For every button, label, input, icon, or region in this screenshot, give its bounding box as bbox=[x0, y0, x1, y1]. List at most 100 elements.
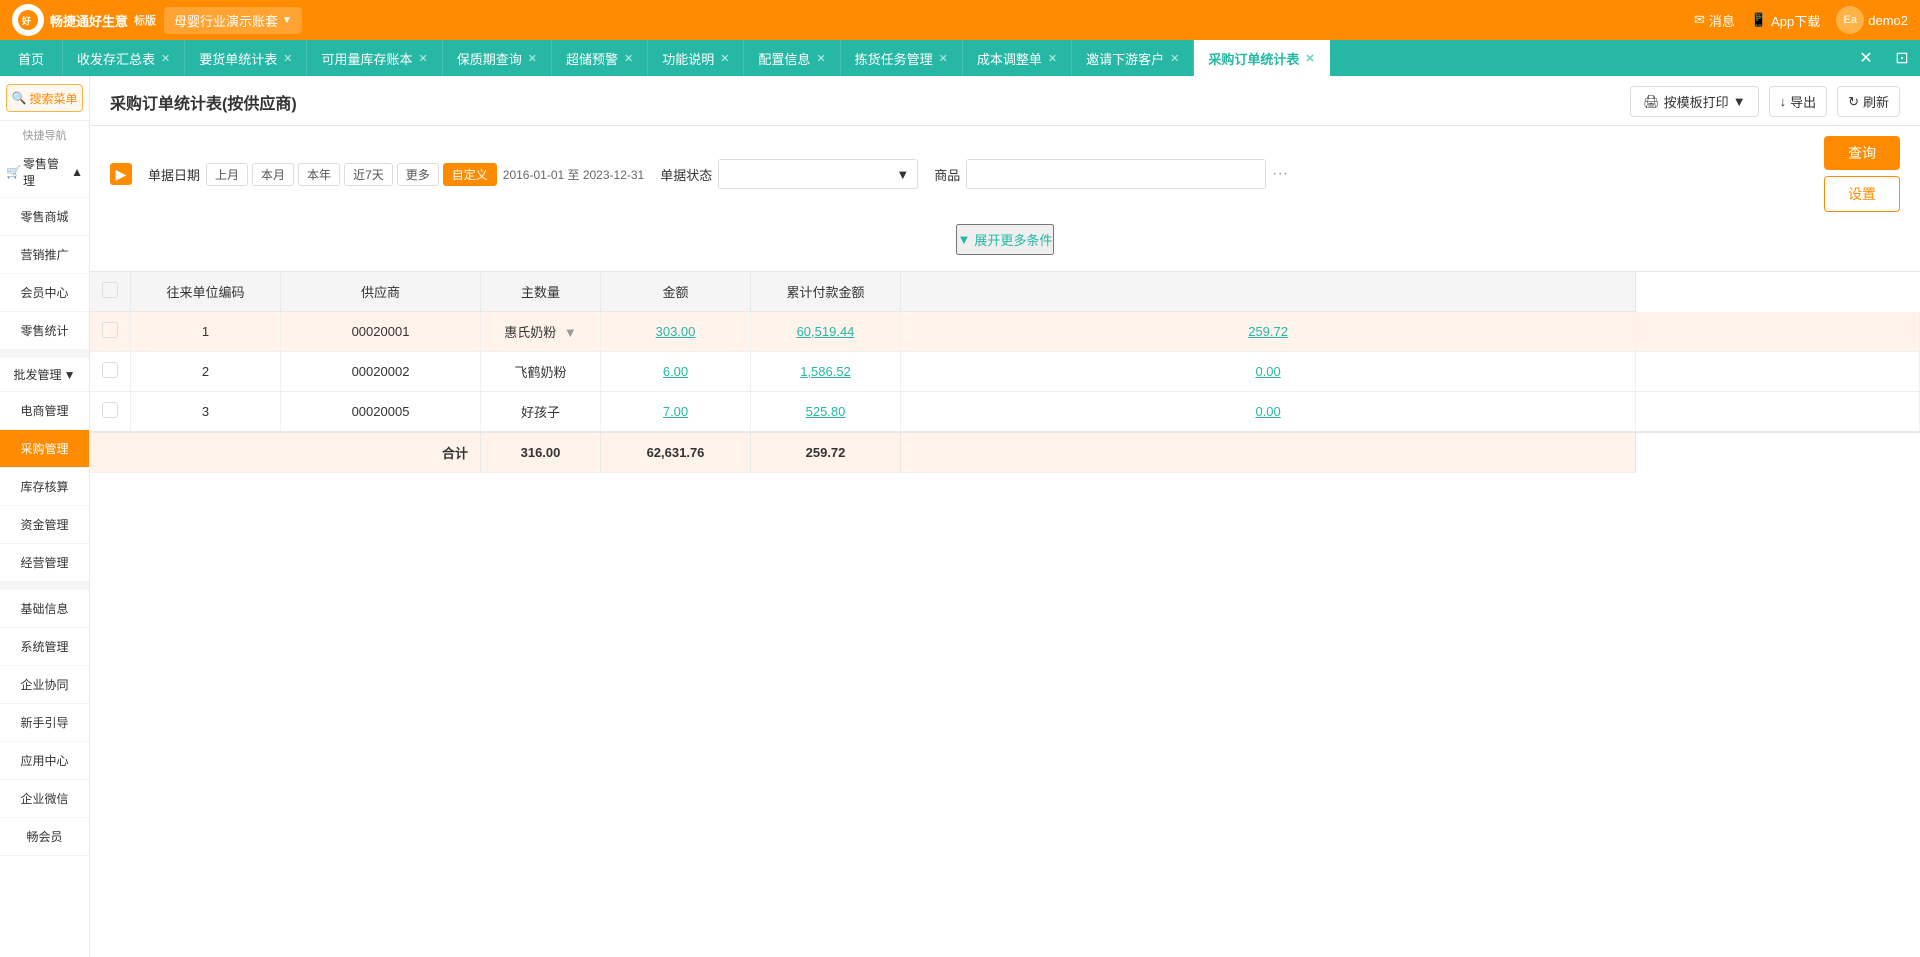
row-1-amount-link[interactable]: 60,519.44 bbox=[797, 324, 855, 339]
sidebar-item-ji-chu[interactable]: 基础信息 bbox=[0, 590, 89, 628]
tab-yao-qing-close[interactable]: ✕ bbox=[1170, 52, 1179, 65]
nav-close-btn[interactable]: ✕ bbox=[1848, 40, 1884, 76]
filter-area: ▶ 单据日期 上月 本月 本年 近7天 更多 自定义 2016-01-01 至 … bbox=[90, 126, 1920, 272]
print-btn[interactable]: 🖨 按模板打印 ▼ bbox=[1630, 86, 1758, 117]
sidebar-item-xin-shou[interactable]: 新手引导 bbox=[0, 704, 89, 742]
tab-cheng-ben-close[interactable]: ✕ bbox=[1048, 52, 1057, 65]
tab-chao-chu-close[interactable]: ✕ bbox=[624, 52, 633, 65]
sidebar-item-ling-shou-shang-cheng[interactable]: 零售商城 bbox=[0, 198, 89, 236]
tab-ke-yong-close[interactable]: ✕ bbox=[419, 52, 428, 65]
sidebar-item-xi-tong[interactable]: 系统管理 bbox=[0, 628, 89, 666]
tab-chao-chu[interactable]: 超储预警 ✕ bbox=[552, 40, 648, 76]
tab-yao-qing[interactable]: 邀请下游客户 ✕ bbox=[1072, 40, 1194, 76]
tab-yao-huo[interactable]: 要货单统计表 ✕ bbox=[185, 40, 307, 76]
chang-hui-label: 畅会员 bbox=[26, 828, 62, 845]
row-2-paid-link[interactable]: 0.00 bbox=[1255, 364, 1280, 379]
username: demo2 bbox=[1868, 13, 1908, 28]
select-all-checkbox[interactable] bbox=[102, 282, 118, 298]
date-btn-this-year[interactable]: 本年 bbox=[298, 163, 340, 186]
sidebar-item-hui-yuan[interactable]: 会员中心 bbox=[0, 274, 89, 312]
message-btn[interactable]: ✉ 消息 bbox=[1694, 11, 1735, 30]
col-header-code: 往来单位编码 bbox=[131, 272, 281, 312]
tab-yao-huo-close[interactable]: ✕ bbox=[283, 52, 292, 65]
tab-gong-neng-close[interactable]: ✕ bbox=[720, 52, 729, 65]
tab-cai-gou-close[interactable]: ✕ bbox=[1305, 52, 1314, 65]
goods-more-icon[interactable]: ··· bbox=[1272, 165, 1288, 183]
row-1-qty-link[interactable]: 303.00 bbox=[656, 324, 696, 339]
ling-shou-label: 零售管理 bbox=[23, 155, 69, 189]
sidebar-item-ling-shou[interactable]: 🛒 零售管理 ▲ bbox=[0, 147, 89, 198]
row-2-paid: 0.00 bbox=[901, 352, 1636, 392]
date-btn-more[interactable]: 更多 bbox=[397, 163, 439, 186]
sidebar-item-ying-yong[interactable]: 应用中心 bbox=[0, 742, 89, 780]
tab-pai-huo[interactable]: 拣货任务管理 ✕ bbox=[841, 40, 963, 76]
date-range-display: 2016-01-01 至 2023-12-31 bbox=[503, 166, 644, 183]
filter-toggle-btn[interactable]: ▶ bbox=[110, 163, 132, 185]
pi-fa-label: 批发管理 bbox=[14, 366, 62, 383]
tab-shou-fa[interactable]: 收发存汇总表 ✕ bbox=[63, 40, 185, 76]
tab-ke-yong-label: 可用量库存账本 bbox=[321, 49, 412, 68]
date-custom-btn[interactable]: 自定义 bbox=[443, 163, 497, 186]
app-download-btn[interactable]: 📱 App下载 bbox=[1751, 11, 1820, 30]
row-3-paid-link[interactable]: 0.00 bbox=[1255, 404, 1280, 419]
row-3-checkbox[interactable] bbox=[102, 402, 118, 418]
query-btn[interactable]: 查询 bbox=[1824, 136, 1900, 170]
row-1-checkbox[interactable] bbox=[102, 322, 118, 338]
footer-label: 合计 bbox=[90, 432, 481, 473]
ling-shou-tong-ji-label: 零售统计 bbox=[20, 322, 68, 339]
sidebar-item-dian-shang[interactable]: 电商管理 bbox=[0, 392, 89, 430]
tab-cai-gou[interactable]: 采购订单统计表 ✕ bbox=[1194, 40, 1329, 76]
row-3-qty-link[interactable]: 7.00 bbox=[663, 404, 688, 419]
nav-expand-btn[interactable]: ⊡ bbox=[1884, 40, 1920, 76]
date-btn-this-month[interactable]: 本月 bbox=[252, 163, 294, 186]
status-select[interactable]: ▼ bbox=[718, 159, 918, 189]
date-btn-last-month[interactable]: 上月 bbox=[206, 163, 248, 186]
row-1-extra bbox=[1636, 312, 1920, 352]
row-1-expand-icon[interactable]: ▼ bbox=[564, 325, 577, 340]
tab-gong-neng[interactable]: 功能说明 ✕ bbox=[648, 40, 744, 76]
sidebar-item-zi-jin[interactable]: 资金管理 bbox=[0, 506, 89, 544]
sidebar-item-ying-xiao[interactable]: 营销推广 bbox=[0, 236, 89, 274]
tab-home[interactable]: 首页 bbox=[0, 40, 63, 76]
sidebar-item-qi-ye-xie[interactable]: 企业协同 bbox=[0, 666, 89, 704]
qi-ye-xie-label: 企业协同 bbox=[20, 676, 68, 693]
top-bar-right: ✉ 消息 📱 App下载 Ea demo2 bbox=[1694, 6, 1908, 34]
tab-bao-zhi-close[interactable]: ✕ bbox=[528, 52, 537, 65]
tab-ke-yong[interactable]: 可用量库存账本 ✕ bbox=[307, 40, 442, 76]
sidebar-item-ku-cun[interactable]: 库存核算 bbox=[0, 468, 89, 506]
date-btn-7days[interactable]: 近7天 bbox=[344, 163, 393, 186]
workspace-selector[interactable]: 母婴行业演示账套 ▼ bbox=[164, 7, 302, 34]
row-2-checkbox[interactable] bbox=[102, 362, 118, 378]
sidebar-item-cai-gou[interactable]: 采购管理 bbox=[0, 430, 89, 468]
row-2-amount-link[interactable]: 1,586.52 bbox=[800, 364, 851, 379]
search-menu-btn[interactable]: 🔍 搜索菜单 bbox=[6, 84, 83, 112]
user-menu[interactable]: Ea demo2 bbox=[1836, 6, 1908, 34]
sidebar-item-chang-hui[interactable]: 畅会员 bbox=[0, 818, 89, 856]
refresh-btn[interactable]: ↻ 刷新 bbox=[1837, 86, 1900, 117]
row-1-paid-link[interactable]: 259.72 bbox=[1248, 324, 1288, 339]
row-2-qty-link[interactable]: 6.00 bbox=[663, 364, 688, 379]
tab-pei-zhi[interactable]: 配置信息 ✕ bbox=[744, 40, 840, 76]
logo-icon: 好 bbox=[12, 4, 44, 36]
sidebar-item-jing-ying[interactable]: 经营管理 bbox=[0, 544, 89, 582]
export-icon: ↓ bbox=[1780, 94, 1787, 109]
sidebar-item-qi-ye-wei[interactable]: 企业微信 bbox=[0, 780, 89, 818]
tab-pei-zhi-close[interactable]: ✕ bbox=[816, 52, 825, 65]
expand-more-btn[interactable]: ▼ 展开更多条件 bbox=[956, 224, 1055, 255]
table-row: 2 00020002 飞鹤奶粉 6.00 1,586.52 0.00 bbox=[90, 352, 1920, 392]
jing-ying-label: 经营管理 bbox=[20, 554, 68, 571]
settings-btn[interactable]: 设置 bbox=[1824, 176, 1900, 212]
sidebar-divider-1 bbox=[0, 350, 89, 358]
page-title: 采购订单统计表(按供应商) bbox=[110, 90, 297, 114]
sidebar-item-pi-fa[interactable]: 批发管理 ▼ bbox=[0, 358, 89, 392]
sidebar-item-ling-shou-tong-ji[interactable]: 零售统计 bbox=[0, 312, 89, 350]
tab-shou-fa-close[interactable]: ✕ bbox=[161, 52, 170, 65]
row-3-amount-link[interactable]: 525.80 bbox=[806, 404, 846, 419]
goods-input[interactable] bbox=[966, 159, 1266, 189]
footer-qty: 316.00 bbox=[481, 432, 601, 473]
tab-cheng-ben[interactable]: 成本调整单 ✕ bbox=[963, 40, 1072, 76]
cai-gou-label: 采购管理 bbox=[20, 440, 68, 457]
tab-bao-zhi[interactable]: 保质期查询 ✕ bbox=[443, 40, 552, 76]
tab-pai-huo-close[interactable]: ✕ bbox=[939, 52, 948, 65]
export-btn[interactable]: ↓ 导出 bbox=[1769, 86, 1828, 117]
